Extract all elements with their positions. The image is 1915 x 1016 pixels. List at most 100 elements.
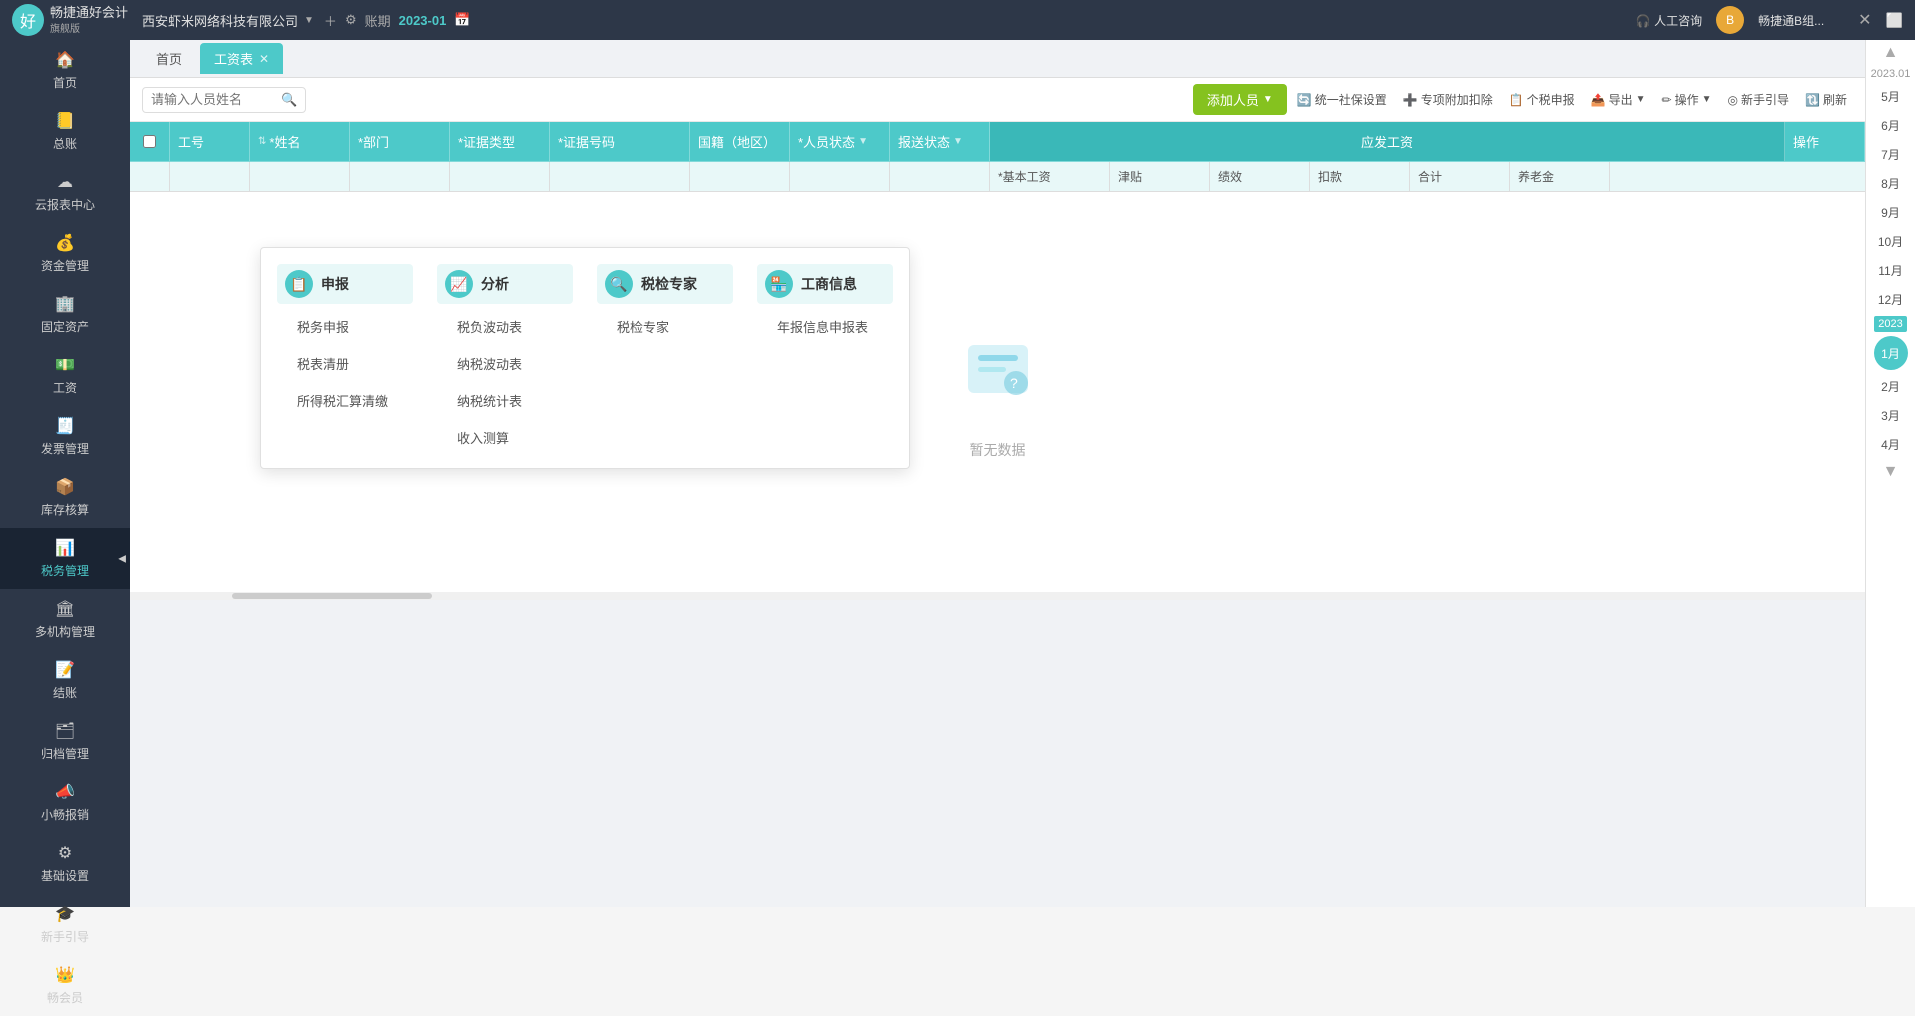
th-checkbox[interactable] bbox=[130, 122, 170, 161]
guide-btn-icon: ◎ bbox=[1728, 93, 1738, 107]
tab-salary[interactable]: 工资表 ✕ bbox=[200, 43, 283, 74]
plus-icon[interactable]: ＋ bbox=[324, 11, 337, 30]
calendar-icon[interactable]: 📅 bbox=[454, 12, 470, 28]
date-month-6[interactable]: 6月 bbox=[1866, 111, 1915, 140]
dropdown-col-fen: 📈 分析 税负波动表 纳税波动表 纳税统计表 收入测算 bbox=[437, 264, 573, 452]
scrollbar-area[interactable] bbox=[130, 592, 1865, 600]
sidebar-item-inventory[interactable]: 📦 库存核算 bbox=[0, 467, 130, 528]
dropdown-item-tax-wave[interactable]: 纳税波动表 bbox=[437, 349, 573, 378]
dropdown-item-tax-calc[interactable]: 所得税汇算清缴 bbox=[277, 386, 413, 415]
shen-category-icon: 📋 bbox=[285, 270, 313, 298]
sidebar-item-expense[interactable]: 📣 小畅报销 bbox=[0, 772, 130, 833]
sidebar-item-invoice[interactable]: 🧾 发票管理 bbox=[0, 406, 130, 467]
toolbar-right: 添加人员 ▼ 🔄 统一社保设置 ➕ 专项附加扣除 📋 个税申报 📤 导 bbox=[1193, 84, 1853, 115]
date-month-2[interactable]: 2月 bbox=[1866, 372, 1915, 401]
scrollbar-thumb[interactable] bbox=[232, 593, 432, 599]
tax-check-category-icon: 🔍 bbox=[605, 270, 633, 298]
close-icon[interactable]: ✕ bbox=[1858, 10, 1871, 30]
add-person-button[interactable]: 添加人员 ▼ bbox=[1193, 84, 1287, 115]
date-month-4[interactable]: 4月 bbox=[1866, 430, 1915, 459]
tax-report-icon: 📋 bbox=[1509, 93, 1524, 107]
fen-category-icon: 📈 bbox=[445, 270, 473, 298]
dropdown-item-tax-report[interactable]: 税务申报 bbox=[277, 312, 413, 341]
gear-icon[interactable]: ⚙ bbox=[345, 12, 357, 28]
sidebar-item-multiorg[interactable]: 🏛 多机构管理 bbox=[0, 589, 130, 650]
th-dept: *部门 bbox=[350, 122, 450, 161]
date-month-10[interactable]: 10月 bbox=[1866, 227, 1915, 256]
operate-button[interactable]: ✏ 操作 ▼ bbox=[1656, 87, 1718, 112]
table-wrapper: 📋 申报 税务申报 税表清册 所得税汇算清缴 📈 分析 税负波动表 bbox=[130, 122, 1865, 907]
th-report-status-label: 报送状态 bbox=[898, 132, 950, 151]
dropdown-item-tax-expert[interactable]: 税检专家 bbox=[597, 312, 733, 341]
support-link[interactable]: 🎧 人工咨询 bbox=[1636, 12, 1702, 29]
social-label: 统一社保设置 bbox=[1315, 91, 1387, 108]
th-name-label: *姓名 bbox=[269, 132, 300, 151]
search-box[interactable]: 🔍 bbox=[142, 87, 306, 113]
dropdown-item-tax-burden[interactable]: 税负波动表 bbox=[437, 312, 573, 341]
maximize-icon[interactable]: ⬜ bbox=[1886, 12, 1903, 29]
tab-home[interactable]: 首页 bbox=[142, 43, 196, 74]
th-report-filter-icon[interactable]: ▼ bbox=[953, 136, 963, 147]
refresh-button[interactable]: 🔃 刷新 bbox=[1799, 87, 1853, 112]
vip-icon: 👑 bbox=[55, 965, 75, 985]
date-year-label: 2023 bbox=[1874, 316, 1906, 332]
sidebar-label-expense: 小畅报销 bbox=[41, 806, 89, 823]
sidebar-item-settings[interactable]: ⚙ 基础设置 bbox=[0, 833, 130, 894]
tab-close-icon[interactable]: ✕ bbox=[259, 52, 269, 66]
sidebar-item-home[interactable]: 🏠 首页 bbox=[0, 40, 130, 101]
main-layout: 🏠 首页 📒 总账 ☁ 云报表中心 💰 资金管理 🏢 固定资产 💵 工资 🧾 发… bbox=[0, 40, 1915, 907]
company-selector[interactable]: 西安虾米网络科技有限公司 ▼ bbox=[142, 11, 314, 30]
sub-th-blank2 bbox=[170, 162, 250, 191]
guide-button[interactable]: ◎ 新手引导 bbox=[1722, 87, 1796, 112]
sidebar-item-close[interactable]: 📝 结账 bbox=[0, 650, 130, 711]
select-all-checkbox[interactable] bbox=[143, 135, 156, 148]
sidebar-label-guide: 新手引导 bbox=[41, 928, 89, 945]
app-logo: 好 畅捷通好会计 旗舰版 bbox=[12, 4, 132, 36]
dropdown-item-annual-report[interactable]: 年报信息申报表 bbox=[757, 312, 893, 341]
sidebar-item-tax[interactable]: 📊 税务管理 ◀ bbox=[0, 528, 130, 589]
date-month-9[interactable]: 9月 bbox=[1866, 198, 1915, 227]
biz-category-label: 工商信息 bbox=[801, 274, 857, 294]
sidebar-label-salary: 工资 bbox=[53, 379, 77, 396]
special-deduction-button[interactable]: ➕ 专项附加扣除 bbox=[1397, 87, 1499, 112]
sidebar-item-ledger[interactable]: 📒 总账 bbox=[0, 101, 130, 162]
tax-report-button[interactable]: 📋 个税申报 bbox=[1503, 87, 1581, 112]
export-button[interactable]: 📤 导出 ▼ bbox=[1585, 87, 1652, 112]
refresh-icon: 🔃 bbox=[1805, 93, 1820, 107]
sub-th-total: 合计 bbox=[1410, 162, 1510, 191]
sidebar-item-assets[interactable]: 🏢 固定资产 bbox=[0, 284, 130, 345]
export-arrow-icon: ▼ bbox=[1636, 94, 1646, 105]
sidebar-item-archive[interactable]: 🗂 归档管理 bbox=[0, 711, 130, 772]
search-input[interactable] bbox=[151, 92, 281, 107]
th-status: *人员状态 ▼ bbox=[790, 122, 890, 161]
date-month-3[interactable]: 3月 bbox=[1866, 401, 1915, 430]
date-month-7[interactable]: 7月 bbox=[1866, 140, 1915, 169]
sidebar-label-close: 结账 bbox=[53, 684, 77, 701]
tab-salary-label: 工资表 bbox=[214, 49, 253, 68]
dropdown-col-shen: 📋 申报 税务申报 税表清册 所得税汇算清缴 bbox=[277, 264, 413, 452]
dropdown-item-tax-table[interactable]: 税表清册 bbox=[277, 349, 413, 378]
sidebar-item-cloud[interactable]: ☁ 云报表中心 bbox=[0, 162, 130, 223]
sidebar-label-invoice: 发票管理 bbox=[41, 440, 89, 457]
sidebar-item-salary[interactable]: 💵 工资 bbox=[0, 345, 130, 406]
dropdown-item-tax-stat[interactable]: 纳税统计表 bbox=[437, 386, 573, 415]
th-status-filter-icon[interactable]: ▼ bbox=[858, 136, 868, 147]
export-label: 导出 bbox=[1609, 91, 1633, 108]
date-prev-icon[interactable]: ▲ bbox=[1879, 40, 1903, 66]
dropdown-item-income-calc[interactable]: 收入测算 bbox=[437, 423, 573, 452]
sidebar-item-vip[interactable]: 👑 畅会员 bbox=[0, 955, 130, 1016]
date-month-5[interactable]: 5月 bbox=[1866, 82, 1915, 111]
fund-icon: 💰 bbox=[55, 233, 75, 253]
th-cert-type-label: *证据类型 bbox=[458, 132, 515, 151]
sidebar-label-ledger: 总账 bbox=[53, 135, 77, 152]
date-month-1-active[interactable]: 1月 bbox=[1874, 336, 1908, 370]
date-month-12[interactable]: 12月 bbox=[1866, 285, 1915, 314]
avatar[interactable]: B bbox=[1716, 6, 1744, 34]
date-next-icon[interactable]: ▼ bbox=[1879, 459, 1903, 485]
sidebar-item-fund[interactable]: 💰 资金管理 bbox=[0, 223, 130, 284]
th-report-status: 报送状态 ▼ bbox=[890, 122, 990, 161]
sidebar-item-guide[interactable]: 🎓 新手引导 bbox=[0, 894, 130, 955]
date-month-8[interactable]: 8月 bbox=[1866, 169, 1915, 198]
social-insurance-button[interactable]: 🔄 统一社保设置 bbox=[1291, 87, 1393, 112]
date-month-11[interactable]: 11月 bbox=[1866, 256, 1915, 285]
